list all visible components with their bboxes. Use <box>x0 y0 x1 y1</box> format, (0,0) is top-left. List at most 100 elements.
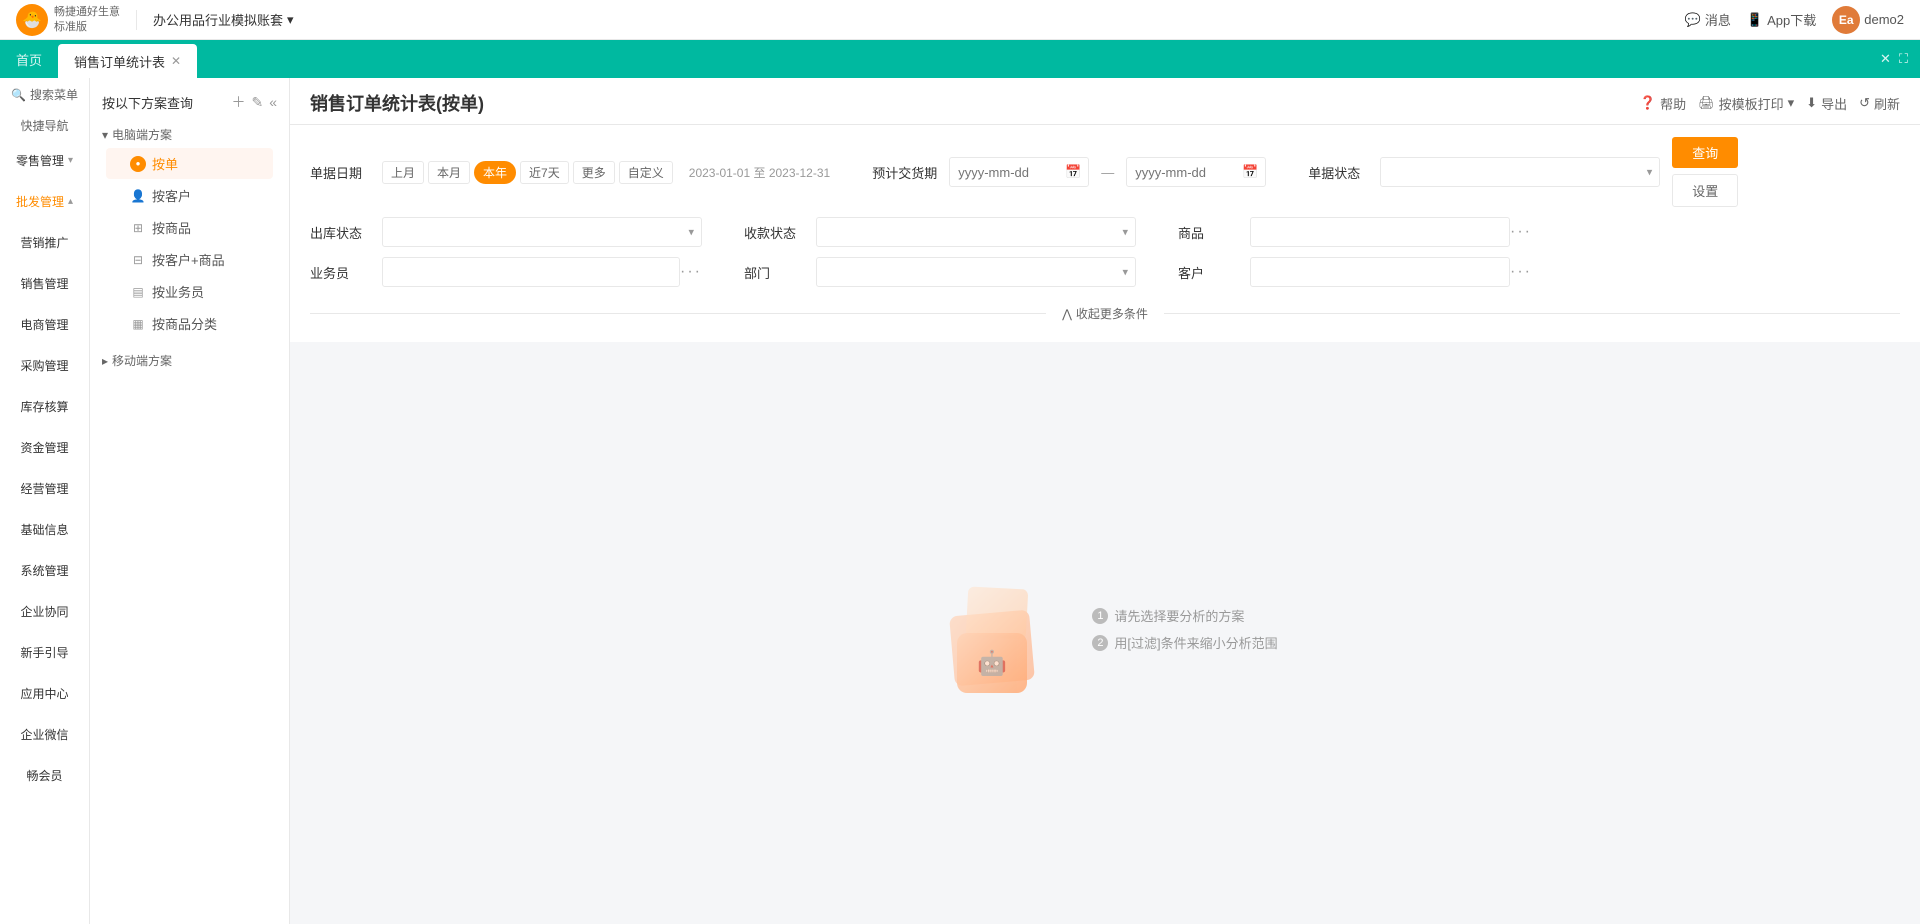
page-header: 销售订单统计表(按单) ❓ 帮助 🖨 按模板打印 ▾ ⬇ 导出 <box>290 78 1920 125</box>
status-label: 单据状态 <box>1308 163 1368 182</box>
refresh-button[interactable]: ↺ 刷新 <box>1859 94 1900 113</box>
sidebar-item-inventory[interactable]: 库存核算 <box>0 386 89 427</box>
sidebar-item-finance[interactable]: 资金管理 <box>0 427 89 468</box>
date-btn-custom[interactable]: 自定义 <box>619 161 673 184</box>
edit-scheme-button[interactable]: ✎ <box>251 94 263 111</box>
date-btn-last7[interactable]: 近7天 <box>520 161 569 184</box>
avatar: Ea <box>1832 6 1860 34</box>
search-icon: 🔍 <box>11 88 26 102</box>
tab-maximize-icon[interactable]: ⛶ <box>1899 51 1908 67</box>
action-buttons: 查询 设置 <box>1672 137 1738 207</box>
dept-select[interactable] <box>816 257 1136 287</box>
sidebar-item-newbie[interactable]: 新手引导 <box>0 632 89 673</box>
goods-dots[interactable]: ··· <box>1510 223 1532 241</box>
workspace-select[interactable]: 办公用品行业模拟账套 ▾ <box>153 10 294 29</box>
scheme-item-by-customer-product[interactable]: ⊟ 按客户+商品 <box>106 244 273 275</box>
query-button[interactable]: 查询 <box>1672 137 1738 168</box>
header-divider <box>136 10 137 30</box>
date-btn-this-month[interactable]: 本月 <box>428 161 470 184</box>
date-shortcuts: 上月 本月 本年 近7天 更多 自定义 <box>382 161 673 184</box>
date-btn-more[interactable]: 更多 <box>573 161 615 184</box>
collapse-button[interactable]: ⋀ 收起更多条件 <box>1046 305 1164 322</box>
collection-select[interactable] <box>816 217 1136 247</box>
message-button[interactable]: 💬 消息 <box>1685 10 1731 29</box>
print-arrow-icon: ▾ <box>1788 95 1795 111</box>
sidebar-item-wechat[interactable]: 企业微信 <box>0 714 89 755</box>
workspace-arrow-icon: ▾ <box>287 12 294 28</box>
logo-area: 🐣 畅捷通好生意 标准版 <box>16 4 120 36</box>
scheme-category-mobile-header[interactable]: ▸ 移动端方案 <box>102 348 277 373</box>
add-scheme-button[interactable]: ＋ <box>231 92 245 112</box>
delivery-select[interactable] <box>382 217 702 247</box>
scheme-item-by-category[interactable]: ▦ 按商品分类 <box>106 308 273 339</box>
salesman-dots[interactable]: ··· <box>680 263 702 281</box>
collection-select-wrapper: ▾ <box>816 217 1136 247</box>
date-start-input-wrapper: 📅 <box>949 157 1089 187</box>
calendar-start-icon: 📅 <box>1065 164 1081 180</box>
sidebar-item-purchase[interactable]: 采购管理 <box>0 345 89 386</box>
scheme-item-by-salesman[interactable]: ▤ 按业务员 <box>106 276 273 307</box>
grid3-icon: ▦ <box>130 316 146 332</box>
people-icon: 👤 <box>130 188 146 204</box>
empty-hint-2: 2 用[过滤]条件来缩小分析范围 <box>1092 633 1277 652</box>
scheme-panel-actions: ＋ ✎ « <box>231 92 277 112</box>
scheme-item-by-order[interactable]: ● 按单 <box>106 148 273 179</box>
customer-input[interactable] <box>1250 257 1510 287</box>
sidebar-quick-nav[interactable]: 快捷导航 <box>0 111 89 140</box>
tab-minimize-icon[interactable]: ✕ <box>1880 51 1891 67</box>
date-end-input-wrapper: 📅 <box>1126 157 1266 187</box>
sidebar-item-sales[interactable]: 销售管理 <box>0 263 89 304</box>
sidebar: 🔍 搜索菜单 快捷导航 零售管理 ▾ 批发管理 ▴ 营销推广 销售管理 电商管理… <box>0 78 90 924</box>
download-icon: 📱 <box>1747 12 1763 28</box>
goods-input[interactable] <box>1250 217 1510 247</box>
customer-dots[interactable]: ··· <box>1510 263 1532 281</box>
tab-close-icon[interactable]: ✕ <box>171 54 181 68</box>
logo-text: 畅捷通好生意 标准版 <box>54 5 120 34</box>
sidebar-item-wholesale[interactable]: 批发管理 ▴ <box>0 181 89 222</box>
app-download-button[interactable]: 📱 App下载 <box>1747 10 1816 29</box>
sidebar-item-member[interactable]: 畅会员 <box>0 755 89 796</box>
help-button[interactable]: ❓ 帮助 <box>1640 94 1686 113</box>
sidebar-item-ecommerce[interactable]: 电商管理 <box>0 304 89 345</box>
delivery-label: 出库状态 <box>310 223 370 242</box>
scheme-item-by-customer[interactable]: 👤 按客户 <box>106 180 273 211</box>
status-select[interactable] <box>1380 157 1660 187</box>
scheme-category-pc-header[interactable]: ▾ 电脑端方案 <box>102 122 277 147</box>
sidebar-item-basic[interactable]: 基础信息 <box>0 509 89 550</box>
filter-row-1: 单据日期 上月 本月 本年 近7天 更多 自定义 2023-01-01 至 20… <box>310 137 1900 207</box>
empty-illustration: 🤖 <box>932 573 1052 693</box>
user-menu[interactable]: Ea demo2 <box>1832 6 1904 34</box>
status-select-wrapper: ▾ <box>1380 157 1660 187</box>
scheme-item-by-product[interactable]: ⊞ 按商品 <box>106 212 273 243</box>
salesman-input[interactable] <box>382 257 680 287</box>
sidebar-item-system[interactable]: 系统管理 <box>0 550 89 591</box>
empty-robot-icon: 🤖 <box>977 649 1007 678</box>
scheme-category-mobile: ▸ 移动端方案 <box>90 344 289 377</box>
collapse-scheme-button[interactable]: « <box>269 94 277 110</box>
settings-button[interactable]: 设置 <box>1672 174 1738 207</box>
logo-icon: 🐣 <box>16 4 48 36</box>
sidebar-search[interactable]: 🔍 搜索菜单 <box>0 78 89 111</box>
sidebar-item-app-center[interactable]: 应用中心 <box>0 673 89 714</box>
sidebar-item-operations[interactable]: 经营管理 <box>0 468 89 509</box>
tab-order-stats[interactable]: 销售订单统计表 ✕ <box>58 44 197 78</box>
page-title: 销售订单统计表(按单) <box>310 90 484 116</box>
hint-num-1: 1 <box>1092 608 1108 624</box>
date-btn-last-month[interactable]: 上月 <box>382 161 424 184</box>
date-btn-this-year[interactable]: 本年 <box>474 161 516 184</box>
grid2-icon: ⊟ <box>130 252 146 268</box>
refresh-icon: ↺ <box>1859 95 1870 111</box>
tab-home[interactable]: 首页 <box>0 40 58 78</box>
export-button[interactable]: ⬇ 导出 <box>1806 94 1847 113</box>
bar-icon: ▤ <box>130 284 146 300</box>
sidebar-item-enterprise[interactable]: 企业协同 <box>0 591 89 632</box>
grid-icon: ⊞ <box>130 220 146 236</box>
filter-row-3: 业务员 ··· 部门 ▾ 客户 ··· <box>310 257 1900 287</box>
chevron-down-icon: ▾ <box>102 128 108 142</box>
print-button[interactable]: 🖨 按模板打印 ▾ <box>1698 94 1794 113</box>
tab-bar-actions: ✕ ⛶ <box>1868 40 1920 78</box>
chevron-right-icon: ▸ <box>102 354 108 368</box>
tab-bar: 首页 销售订单统计表 ✕ ✕ ⛶ <box>0 40 1920 78</box>
sidebar-item-retail[interactable]: 零售管理 ▾ <box>0 140 89 181</box>
sidebar-item-marketing[interactable]: 营销推广 <box>0 222 89 263</box>
